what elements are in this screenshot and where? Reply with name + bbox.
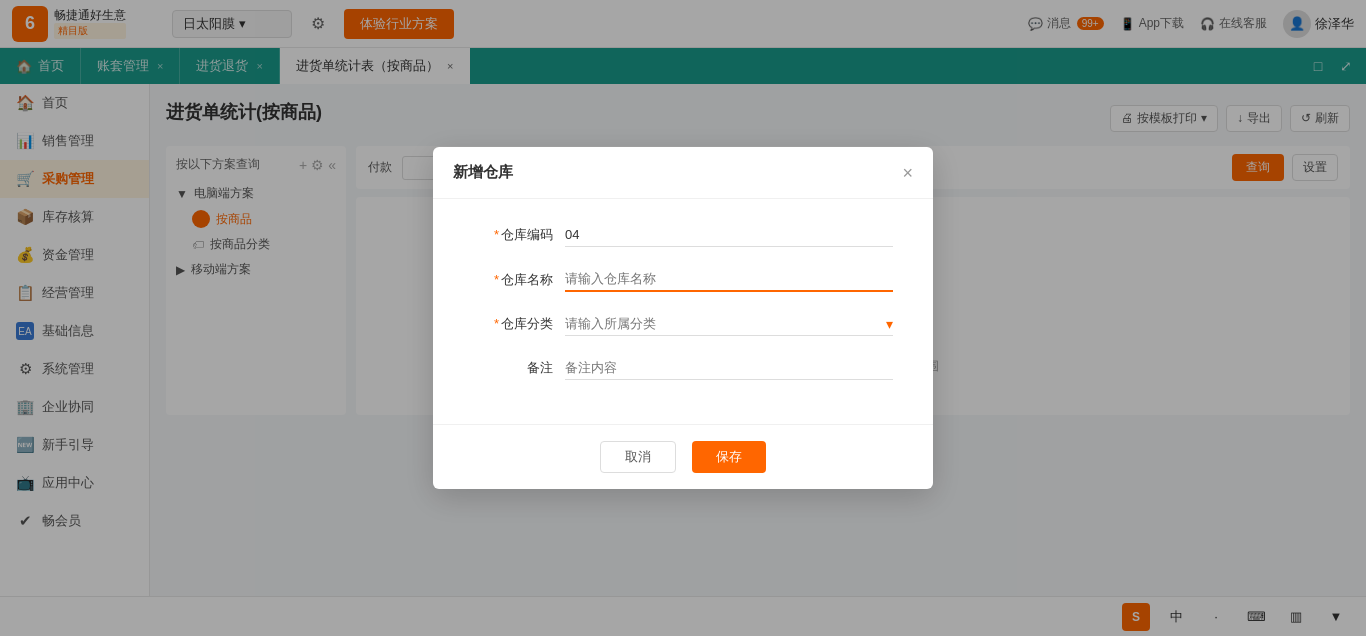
modal-new-warehouse: 新增仓库 × *仓库编码 *仓库名称 *仓库分类 — [433, 147, 933, 489]
modal-header: 新增仓库 × — [433, 147, 933, 199]
required-star-name: * — [494, 272, 499, 287]
modal-overlay[interactable]: 新增仓库 × *仓库编码 *仓库名称 *仓库分类 — [0, 0, 1366, 636]
form-row-code: *仓库编码 — [473, 223, 893, 247]
warehouse-name-input[interactable] — [565, 267, 893, 292]
category-select-input[interactable] — [565, 312, 886, 335]
required-star-code: * — [494, 227, 499, 242]
select-arrow-icon: ▾ — [886, 316, 893, 332]
required-star-category: * — [494, 316, 499, 331]
category-label: *仓库分类 — [473, 315, 553, 333]
cancel-button[interactable]: 取消 — [600, 441, 676, 473]
warehouse-code-input[interactable] — [565, 223, 893, 247]
note-label: 备注 — [473, 359, 553, 377]
modal-close-button[interactable]: × — [902, 164, 913, 182]
category-select-wrapper[interactable]: ▾ — [565, 312, 893, 336]
form-row-name: *仓库名称 — [473, 267, 893, 292]
warehouse-note-input[interactable] — [565, 356, 893, 380]
save-button[interactable]: 保存 — [692, 441, 766, 473]
modal-body: *仓库编码 *仓库名称 *仓库分类 ▾ — [433, 199, 933, 424]
code-label: *仓库编码 — [473, 226, 553, 244]
name-label: *仓库名称 — [473, 271, 553, 289]
form-row-category: *仓库分类 ▾ — [473, 312, 893, 336]
modal-footer: 取消 保存 — [433, 424, 933, 489]
form-row-note: 备注 — [473, 356, 893, 380]
modal-title: 新增仓库 — [453, 163, 513, 182]
